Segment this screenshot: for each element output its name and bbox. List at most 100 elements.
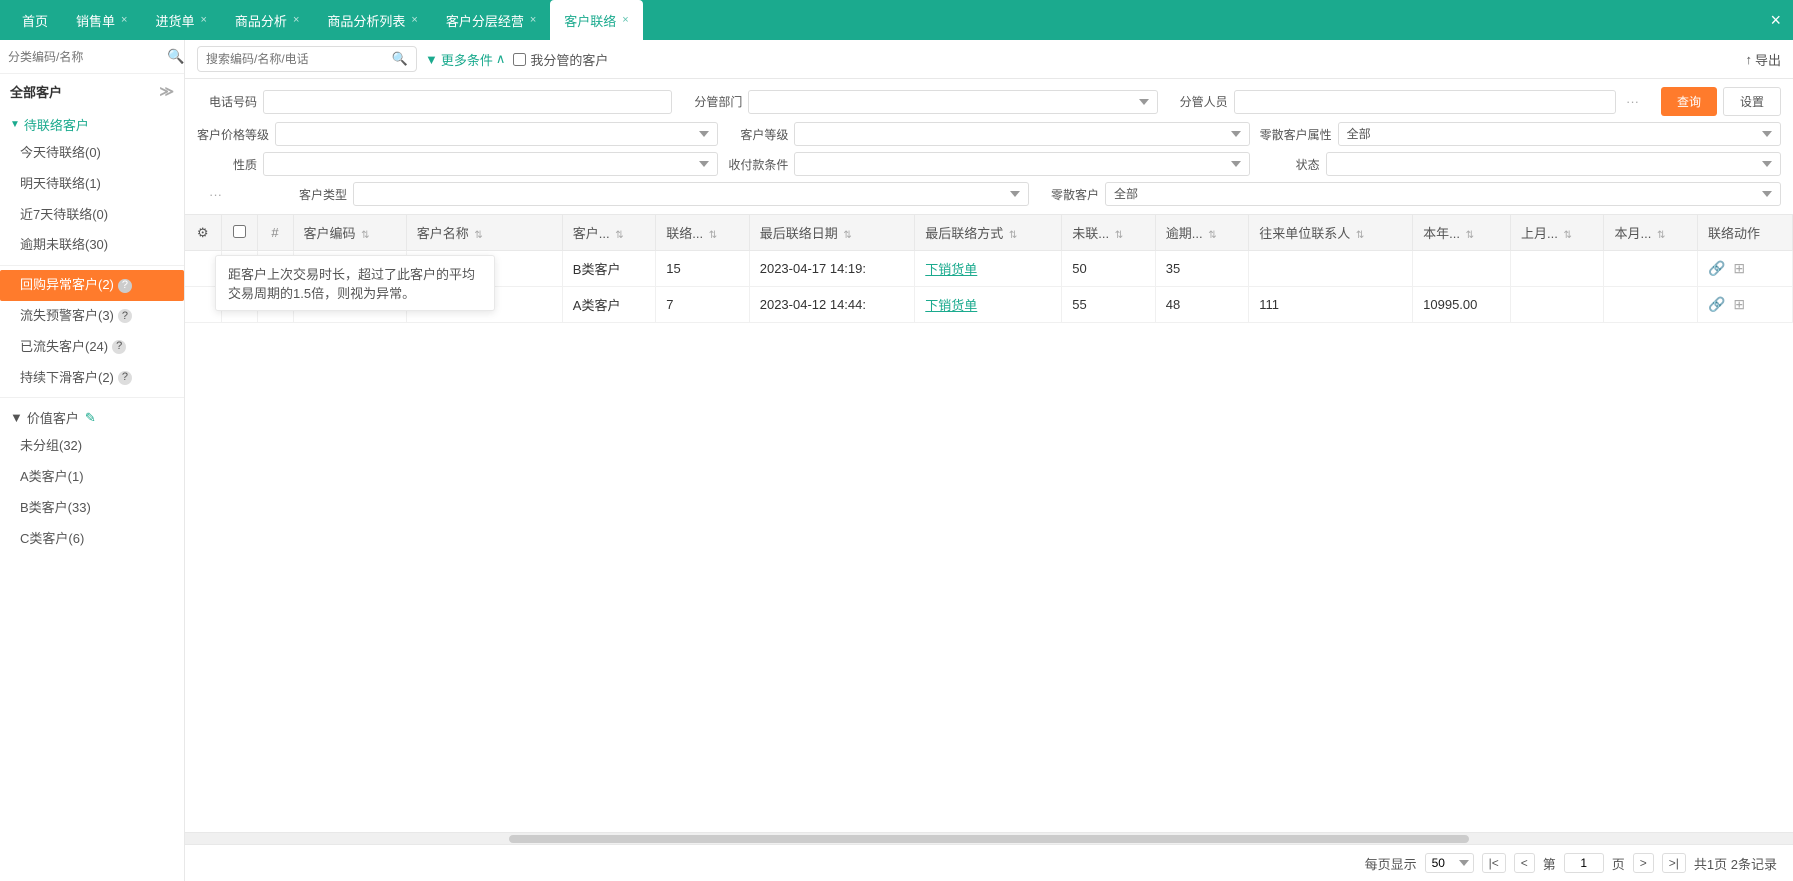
col-type-sort[interactable]: ⇅ [615,230,623,241]
sidebar-all-customers[interactable]: 全部客户 ≫ [0,74,184,109]
row2-method-link[interactable]: 下销货单 [925,298,977,313]
row1-method-link[interactable]: 下销货单 [925,262,977,277]
sidebar-waiting-section[interactable]: ▼ 待联络客户 [0,109,184,138]
row1-type: B类客户 [562,251,655,287]
sidebar-item-today[interactable]: 今天待联络(0) [0,138,184,169]
filter-btn-group: 查询 设置 [1661,87,1781,116]
filter-phone: 电话号码 [197,90,672,114]
nav-customer-layer[interactable]: 客户分层经营 × [432,0,550,40]
page-size-select[interactable]: 20 50 100 200 [1425,853,1474,873]
sidebar-search-icon[interactable]: 🔍 [167,48,184,65]
sidebar-item-rebuy-abnormal[interactable]: 回购异常客户(2) ? [0,270,184,301]
filter-nature-select[interactable] [263,152,718,176]
filter-payment-select[interactable] [794,152,1249,176]
col-name-sort[interactable]: ⇅ [474,230,482,241]
more-conditions-label: 更多条件 [441,50,493,69]
row2-link-icon[interactable]: 🔗 [1708,296,1725,313]
row1-link-icon[interactable]: 🔗 [1708,260,1725,277]
nav-sales[interactable]: 销售单 × [62,0,141,40]
sidebar-item-overdue[interactable]: 逾期未联络(30) [0,230,184,261]
row1-last-method: 下销货单 [915,251,1062,287]
sidebar-item-ungroup[interactable]: 未分组(32) [0,431,184,462]
row1-not-contact: 50 [1062,251,1155,287]
filter-zero-customer-select[interactable]: 全部 [1105,182,1781,206]
my-customer-checkbox[interactable] [513,53,526,66]
row1-last-month [1511,251,1604,287]
nav-sales-close[interactable]: × [121,14,127,26]
sidebar-collapse-icon[interactable]: ≫ [159,83,174,100]
sidebar-divider-2 [0,397,184,398]
col-unit-contact-sort[interactable]: ⇅ [1356,230,1364,241]
col-last-date-sort[interactable]: ⇅ [843,230,851,241]
nav-home[interactable]: 首页 [8,0,62,40]
col-last-method-sort[interactable]: ⇅ [1009,230,1017,241]
filter-zero-attr-select[interactable]: 全部 [1338,122,1781,146]
lost-warning-help-icon: ? [118,309,132,323]
sidebar-item-lost-warning[interactable]: 流失预警客户(3) ? [0,301,184,332]
row2-grid-icon[interactable]: ⊞ [1733,296,1745,313]
more-conditions-btn[interactable]: ▼ 更多条件 ∧ [425,50,505,69]
row2-unit-contact: 111 [1249,287,1413,323]
nav-product-list[interactable]: 商品分析列表 × [313,0,431,40]
row1-grid-icon[interactable]: ⊞ [1733,260,1745,277]
nav-purchase[interactable]: 进货单 × [141,0,220,40]
search-icon[interactable]: 🔍 [392,51,408,67]
filter-dept-select[interactable] [748,90,1157,114]
col-this-year-sort[interactable]: ⇅ [1466,230,1474,241]
close-all-tabs[interactable]: × [1770,10,1781,31]
filter-customer-type-select[interactable] [353,182,1029,206]
filter-row4-dots[interactable]: ··· [205,187,226,202]
filter-icon: ▼ [425,52,438,67]
settings-button[interactable]: 设置 [1723,87,1781,116]
sidebar-search-input[interactable] [8,50,163,64]
filter-zero-attr: 零散客户属性 全部 [1260,122,1781,146]
filter-price-level-select[interactable] [275,122,718,146]
col-gear[interactable]: ⚙ [185,215,221,251]
filter-zero-attr-label: 零散客户属性 [1260,126,1332,143]
sidebar-item-declining[interactable]: 持续下滑客户(2) ? [0,363,184,394]
filter-phone-input[interactable] [263,90,672,114]
nav-customer-contact[interactable]: 客户联络 × [550,0,642,40]
my-customer-checkbox-container[interactable]: 我分管的客户 [513,50,608,69]
filter-customer-level-select[interactable] [794,122,1249,146]
sidebar-item-a-class[interactable]: A类客户(1) [0,462,184,493]
nav-product-analysis-close[interactable]: × [293,14,299,26]
query-button[interactable]: 查询 [1661,87,1717,116]
gear-icon[interactable]: ⚙ [197,225,209,240]
filter-person-input[interactable] [1234,90,1616,114]
sidebar-item-b-class[interactable]: B类客户(33) [0,493,184,524]
col-last-month-sort[interactable]: ⇅ [1563,230,1571,241]
nav-purchase-close[interactable]: × [200,14,206,26]
export-button[interactable]: ↑ 导出 [1745,50,1781,69]
page-first-btn[interactable]: |< [1482,853,1506,873]
filter-person: 分管人员 ··· [1168,90,1643,114]
tooltip-text: 距客户上次交易时长，超过了此客户的平均交易周期的1.5倍，则视为异常。 [228,267,475,301]
filter-person-dots[interactable]: ··· [1622,94,1643,109]
select-all-checkbox[interactable] [233,225,246,238]
filter-status-select[interactable] [1326,152,1781,176]
h-scrollbar-thumb[interactable] [509,835,1469,843]
col-overdue-sort[interactable]: ⇅ [1208,230,1216,241]
h-scrollbar[interactable] [185,832,1793,844]
nav-customer-contact-close[interactable]: × [622,14,628,26]
col-not-contact-sort[interactable]: ⇅ [1115,230,1123,241]
sidebar-item-c-class[interactable]: C类客户(6) [0,524,184,555]
page-next-btn[interactable]: > [1633,853,1654,873]
nav-product-list-close[interactable]: × [411,14,417,26]
nav-product-analysis[interactable]: 商品分析 × [221,0,313,40]
page-last-btn[interactable]: >| [1662,853,1686,873]
advanced-filters: 电话号码 分管部门 分管人员 ··· 查询 设置 [185,79,1793,215]
value-edit-icon[interactable]: ✎ [85,410,96,426]
nav-customer-layer-close[interactable]: × [530,14,536,26]
sidebar-item-tomorrow[interactable]: 明天待联络(1) [0,169,184,200]
col-contact-sort[interactable]: ⇅ [709,230,717,241]
sidebar-item-already-lost[interactable]: 已流失客户(24) ? [0,332,184,363]
search-input[interactable] [206,52,388,66]
sidebar-item-7days[interactable]: 近7天待联络(0) [0,200,184,231]
page-prev-btn[interactable]: < [1514,853,1535,873]
sidebar-value-section[interactable]: ▼ 价值客户 ✎ [0,402,184,431]
col-code-sort[interactable]: ⇅ [361,230,369,241]
col-this-month-sort[interactable]: ⇅ [1657,230,1665,241]
export-label: 导出 [1755,50,1781,69]
page-input[interactable] [1564,853,1604,873]
